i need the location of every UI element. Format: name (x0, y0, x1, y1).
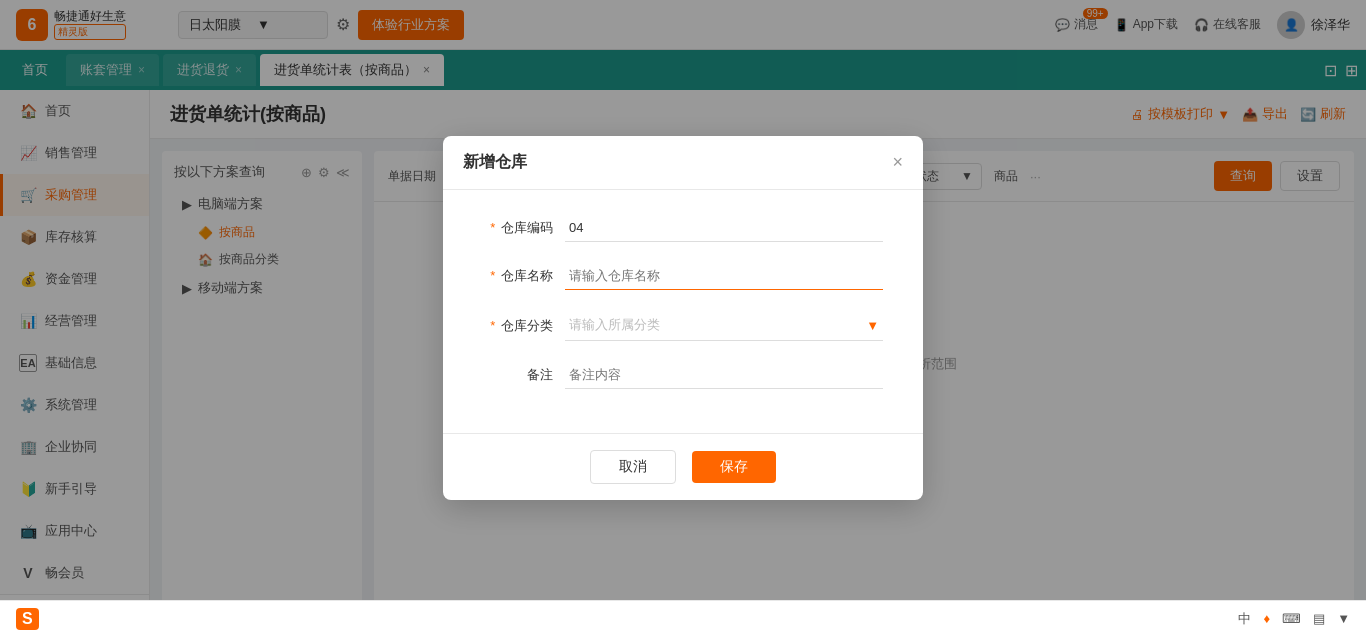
dialog-close-button[interactable]: × (892, 152, 903, 173)
category-select[interactable]: 请输入所属分类 ▼ (565, 310, 883, 341)
remark-label-text: 备注 (527, 367, 553, 382)
code-label-text: 仓库编码 (501, 220, 553, 235)
form-row-category: * 仓库分类 请输入所属分类 ▼ (483, 310, 883, 341)
bottom-bar: S 中 ♦ ⌨ ▤ ▼ (0, 600, 1366, 636)
save-button[interactable]: 保存 (692, 451, 776, 483)
bottom-dot-icon[interactable]: ♦ (1263, 611, 1270, 626)
cancel-button[interactable]: 取消 (590, 450, 676, 484)
remark-input[interactable] (565, 361, 883, 389)
category-required-mark: * (490, 318, 495, 333)
bottom-s-logo: S (16, 608, 39, 630)
add-warehouse-dialog: 新增仓库 × * 仓库编码 * 仓库名称 (443, 136, 923, 500)
code-required-mark: * (490, 220, 495, 235)
modal-overlay: 新增仓库 × * 仓库编码 * 仓库名称 (0, 0, 1366, 636)
category-label: * 仓库分类 (483, 317, 553, 335)
name-input[interactable] (565, 262, 883, 290)
name-label: * 仓库名称 (483, 267, 553, 285)
bottom-keyboard-icon[interactable]: ⌨ (1282, 611, 1301, 626)
dialog-body: * 仓库编码 * 仓库名称 * 仓库分类 请输入所属 (443, 190, 923, 433)
bottom-grid-icon[interactable]: ▤ (1313, 611, 1325, 626)
form-row-remark: 备注 (483, 361, 883, 389)
dialog-footer: 取消 保存 (443, 433, 923, 500)
form-row-code: * 仓库编码 (483, 214, 883, 242)
category-placeholder: 请输入所属分类 (569, 316, 660, 334)
bottom-chinese-icon[interactable]: 中 (1238, 610, 1251, 628)
form-row-name: * 仓库名称 (483, 262, 883, 290)
remark-label: 备注 (483, 366, 553, 384)
name-label-text: 仓库名称 (501, 268, 553, 283)
code-input[interactable] (565, 214, 883, 242)
category-dropdown-icon: ▼ (866, 318, 879, 333)
dialog-title: 新增仓库 (463, 152, 527, 173)
dialog-header: 新增仓库 × (443, 136, 923, 190)
category-label-text: 仓库分类 (501, 318, 553, 333)
name-required-mark: * (490, 268, 495, 283)
bottom-arrow-icon[interactable]: ▼ (1337, 611, 1350, 626)
code-label: * 仓库编码 (483, 219, 553, 237)
